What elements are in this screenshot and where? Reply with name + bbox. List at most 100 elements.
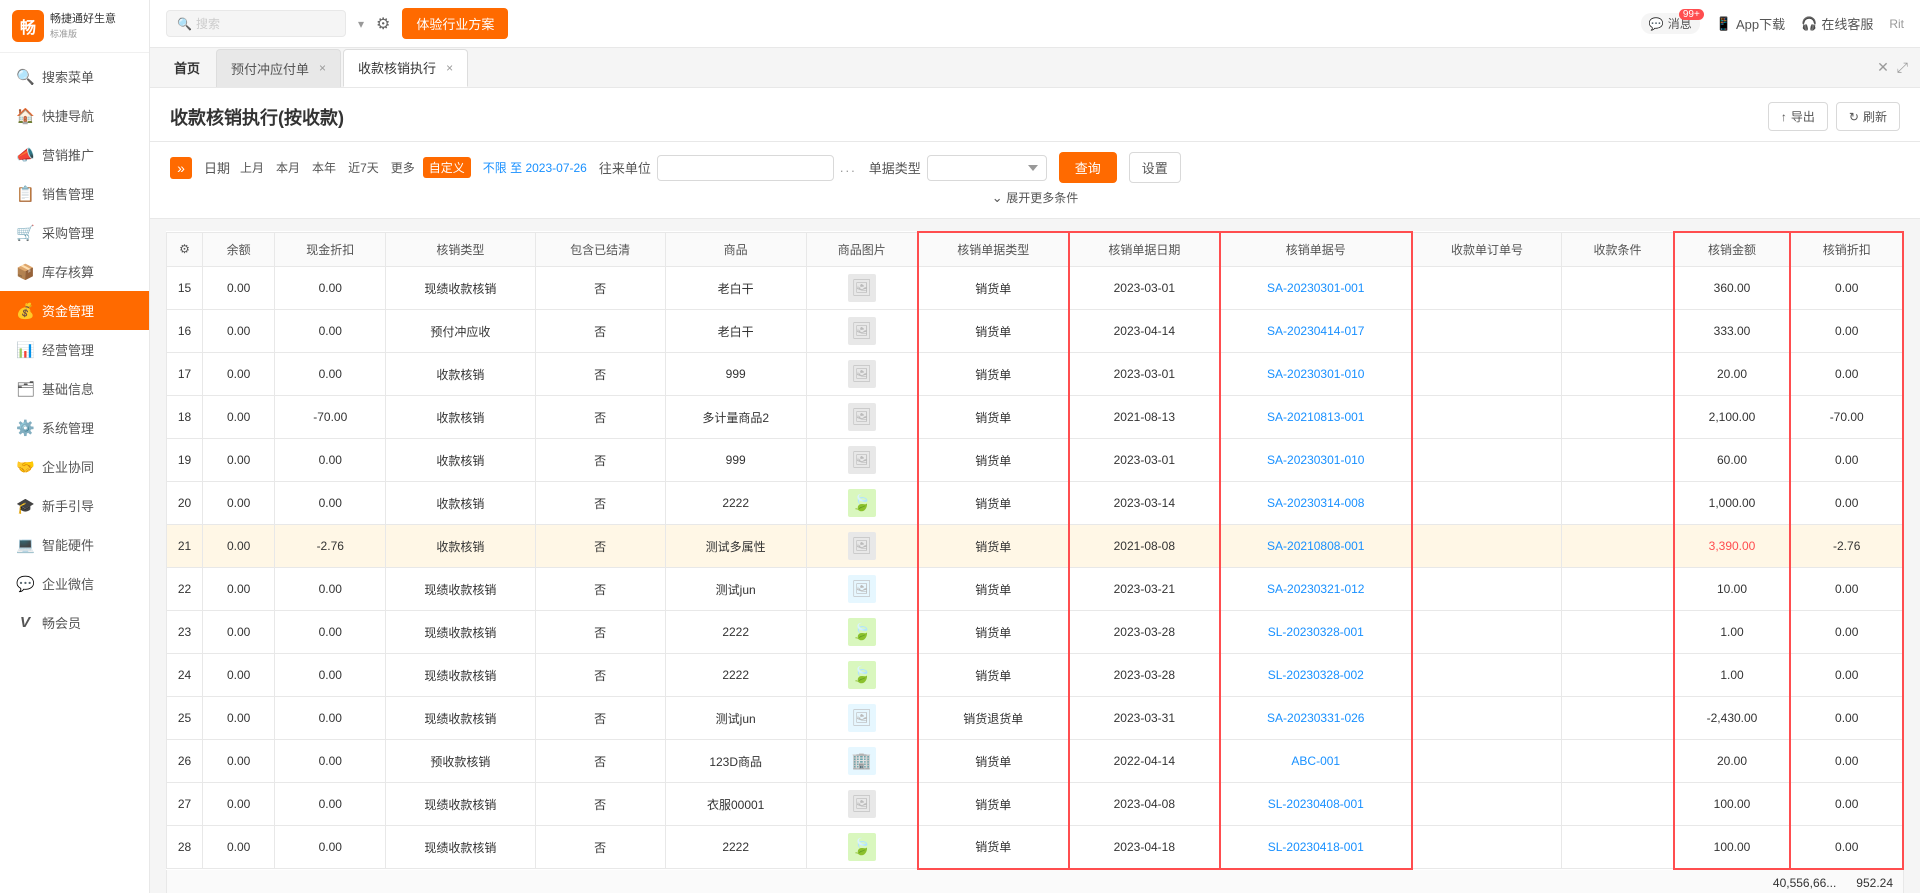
cell-verify-bill-no[interactable]: SA-20210813-001	[1220, 396, 1412, 439]
cell-include-settled: 否	[535, 654, 665, 697]
export-btn[interactable]: ↑ 导出	[1768, 102, 1828, 131]
cell-verify-bill-no[interactable]: SA-20230301-010	[1220, 439, 1412, 482]
tab-prepay-close-icon[interactable]: ×	[319, 61, 326, 75]
tab-prepay[interactable]: 预付冲应付单 ×	[216, 49, 341, 87]
refresh-btn[interactable]: ↻ 刷新	[1836, 102, 1900, 131]
cell-verify-bill-no[interactable]: SL-20230328-002	[1220, 654, 1412, 697]
voucher-type-select[interactable]	[927, 155, 1047, 181]
sidebar-item-inventory[interactable]: 📦 库存核算	[0, 252, 149, 291]
cell-goods: 测试jun	[665, 568, 806, 611]
cell-verify-bill-no[interactable]: SL-20230328-001	[1220, 611, 1412, 654]
trial-btn[interactable]: 体验行业方案	[402, 8, 508, 39]
verify-bill-no-link[interactable]: SL-20230328-001	[1268, 625, 1364, 639]
sidebar-item-capital[interactable]: 💰 资金管理	[0, 291, 149, 330]
settings-icon[interactable]: ⚙	[179, 242, 190, 256]
counterpart-group: 往来单位 ...	[599, 155, 857, 181]
cell-cash-discount: 0.00	[275, 568, 386, 611]
expand-more-bar[interactable]: ⌄ 展开更多条件	[170, 183, 1900, 208]
notification-btn[interactable]: 💬 消息 99+	[1641, 13, 1700, 34]
verify-bill-no-link[interactable]: SA-20210808-001	[1267, 539, 1364, 553]
sidebar-item-member[interactable]: V 畅会员	[0, 603, 149, 642]
query-btn[interactable]: 查询	[1059, 152, 1117, 183]
topbar-search-placeholder: 搜索	[196, 15, 220, 32]
verify-bill-no-link[interactable]: SA-20230414-017	[1267, 324, 1364, 338]
cell-balance: 0.00	[203, 740, 275, 783]
date-btn-custom[interactable]: 自定义	[423, 157, 471, 178]
online-service-btn[interactable]: 🎧 在线客服	[1801, 14, 1873, 33]
tab-collection-close-icon[interactable]: ×	[446, 61, 453, 75]
cell-goods: 2222	[665, 654, 806, 697]
cell-verify-type: 现绩收款核销	[386, 697, 535, 740]
verify-bill-no-link[interactable]: SL-20230408-001	[1268, 797, 1364, 811]
date-btn-this-year[interactable]: 本年	[308, 157, 340, 178]
sidebar-item-wechat[interactable]: 💬 企业微信	[0, 564, 149, 603]
cell-include-settled: 否	[535, 740, 665, 783]
verify-bill-no-link[interactable]: ABC-001	[1291, 754, 1340, 768]
tab-home[interactable]: 首页	[158, 49, 216, 87]
col-goods-header: 商品	[665, 232, 806, 267]
sidebar-item-search[interactable]: 🔍 搜索菜单	[0, 57, 149, 96]
verify-bill-no-link[interactable]: SA-20230301-001	[1267, 281, 1364, 295]
verify-bill-no-link[interactable]: SA-20230301-010	[1267, 453, 1364, 467]
col-verify-bill-no-header: 核销单据号	[1220, 232, 1412, 267]
date-btn-more[interactable]: 更多	[387, 157, 419, 178]
sidebar-item-enterprise[interactable]: 🤝 企业协同	[0, 447, 149, 486]
date-btn-last-month[interactable]: 上月	[236, 157, 268, 178]
cell-balance: 0.00	[203, 568, 275, 611]
topbar-search-box[interactable]: 🔍 搜索	[166, 10, 346, 37]
verify-bill-no-link[interactable]: SA-20230321-012	[1267, 582, 1364, 596]
sidebar-item-quick-nav[interactable]: 🏠 快捷导航	[0, 96, 149, 135]
cell-verify-bill-no[interactable]: SA-20230414-017	[1220, 310, 1412, 353]
date-label: 日期	[204, 158, 230, 177]
filter-settings-btn[interactable]: 设置	[1129, 152, 1181, 183]
page-actions: ↑ 导出 ↻ 刷新	[1768, 102, 1900, 131]
sidebar-item-basic-info[interactable]: 🗂 基础信息	[0, 369, 149, 408]
verify-bill-no-link[interactable]: SL-20230328-002	[1268, 668, 1364, 682]
col-settings-header[interactable]: ⚙	[167, 232, 203, 267]
sidebar-item-marketing[interactable]: 📣 营销推广	[0, 135, 149, 174]
goods-image: 🖼	[848, 446, 876, 474]
close-window-icon[interactable]: ✕	[1877, 59, 1889, 76]
cell-verify-bill-no[interactable]: ABC-001	[1220, 740, 1412, 783]
cell-verify-bill-no[interactable]: SA-20230331-026	[1220, 697, 1412, 740]
filter-expand-btn[interactable]: »	[170, 157, 192, 179]
cell-balance: 0.00	[203, 783, 275, 826]
cell-verify-bill-no[interactable]: SA-20230314-008	[1220, 482, 1412, 525]
cell-goods: 衣服00001	[665, 783, 806, 826]
verify-bill-no-link[interactable]: SA-20230331-026	[1267, 711, 1364, 725]
date-btn-this-month[interactable]: 本月	[272, 157, 304, 178]
cell-verify-bill-no[interactable]: SA-20230321-012	[1220, 568, 1412, 611]
sidebar-item-sales[interactable]: 📋 销售管理	[0, 174, 149, 213]
sidebar-item-purchase[interactable]: 🛒 采购管理	[0, 213, 149, 252]
tab-collection[interactable]: 收款核销执行 ×	[343, 49, 468, 87]
cell-collection-order-no	[1412, 826, 1562, 869]
cell-verify-type: 现绩收款核销	[386, 568, 535, 611]
cell-verify-bill-no[interactable]: SA-20230301-001	[1220, 267, 1412, 310]
sidebar-item-guide[interactable]: 🎓 新手引导	[0, 486, 149, 525]
table-footer: 40,556,66... 952.24	[166, 870, 1904, 893]
cell-include-settled: 否	[535, 482, 665, 525]
operations-icon: 📊	[16, 341, 34, 359]
cell-verify-amount: 1,000.00	[1674, 482, 1791, 525]
cell-verify-bill-no[interactable]: SA-20210808-001	[1220, 525, 1412, 568]
col-balance-header: 余额	[203, 232, 275, 267]
verify-bill-no-link[interactable]: SL-20230418-001	[1268, 840, 1364, 854]
sidebar-item-hardware[interactable]: 💻 智能硬件	[0, 525, 149, 564]
cell-verify-bill-no[interactable]: SL-20230418-001	[1220, 826, 1412, 869]
cell-verify-bill-no[interactable]: SL-20230408-001	[1220, 783, 1412, 826]
logo-badge: 标准版	[50, 27, 116, 40]
date-btn-7days[interactable]: 近7天	[344, 157, 383, 178]
sidebar-item-system[interactable]: ⚙️ 系统管理	[0, 408, 149, 447]
verify-bill-no-link[interactable]: SA-20210813-001	[1267, 410, 1364, 424]
sidebar-item-label: 系统管理	[42, 418, 94, 437]
topbar-gear-icon[interactable]: ⚙	[376, 14, 390, 34]
expand-window-icon[interactable]: ⤢	[1897, 59, 1908, 76]
cell-verify-bill-no[interactable]: SA-20230301-010	[1220, 353, 1412, 396]
counterpart-input[interactable]	[657, 155, 834, 181]
sidebar-item-operations[interactable]: 📊 经营管理	[0, 330, 149, 369]
verify-bill-no-link[interactable]: SA-20230301-010	[1267, 367, 1364, 381]
cell-verify-discount: 0.00	[1790, 740, 1903, 783]
app-download-btn[interactable]: 📱 App下载	[1716, 14, 1785, 33]
cell-balance: 0.00	[203, 826, 275, 869]
verify-bill-no-link[interactable]: SA-20230314-008	[1267, 496, 1364, 510]
